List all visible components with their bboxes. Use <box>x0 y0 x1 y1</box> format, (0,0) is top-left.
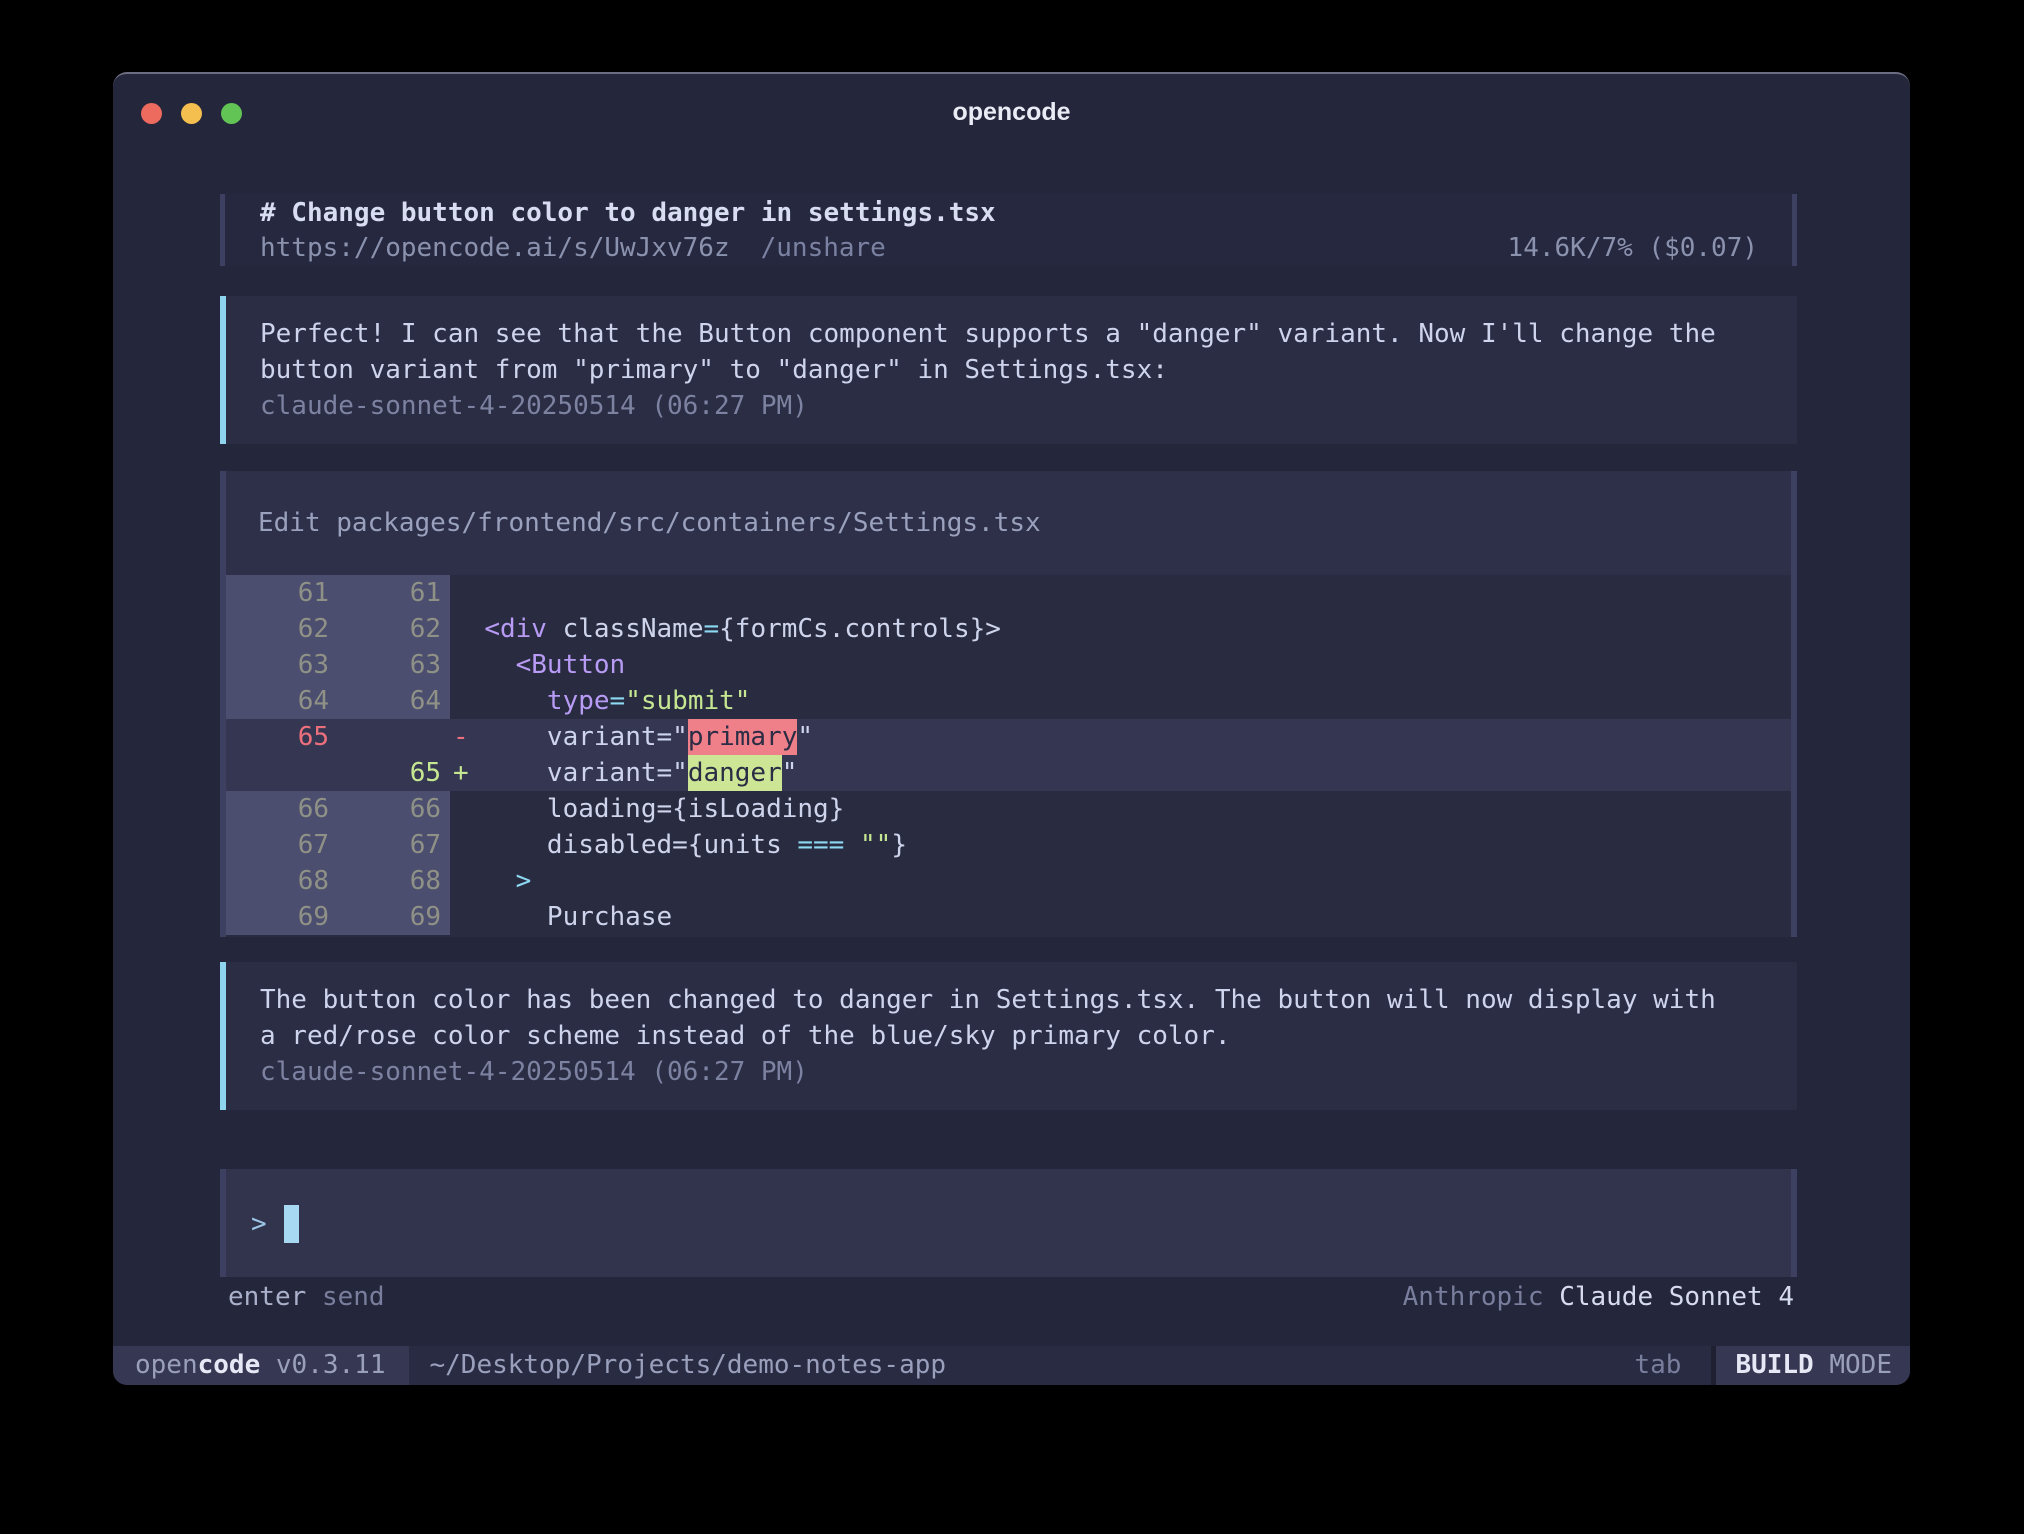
app-window: opencode # Change button color to danger… <box>113 72 1910 1385</box>
diff-code-line: + variant="danger" <box>450 755 1791 791</box>
unshare-command: /unshare <box>761 233 886 263</box>
diff-code-line: type="submit" <box>450 683 1791 719</box>
app-name-code: code <box>198 1350 261 1380</box>
line-number-new: 62 <box>338 611 450 647</box>
prompt-symbol: > <box>251 1209 267 1239</box>
line-number-old: 69 <box>226 899 338 935</box>
line-number-gutter: 6969 <box>226 899 450 935</box>
share-url: https://opencode.ai/s/UwJxv76z <box>260 233 730 263</box>
diff-row: 6363 <Button <box>226 647 1791 683</box>
line-number-gutter: 6464 <box>226 683 450 719</box>
assistant-message: Perfect! I can see that the Button compo… <box>220 296 1797 444</box>
model-name: Claude Sonnet 4 <box>1559 1282 1794 1312</box>
status-bar: opencode v0.3.11 ~/Desktop/Projects/demo… <box>113 1346 1910 1385</box>
send-action-label: send <box>322 1282 385 1312</box>
line-number-gutter: 65 <box>226 719 450 755</box>
app-version-chip: opencode v0.3.11 <box>113 1346 409 1385</box>
line-number-gutter: 6262 <box>226 611 450 647</box>
line-number-old: 64 <box>226 683 338 719</box>
message-meta: claude-sonnet-4-20250514 (06:27 PM) <box>260 1054 1797 1090</box>
diff-code-line: <Button <box>450 647 1791 683</box>
line-number-gutter: 6161 <box>226 575 450 611</box>
line-number-old: 61 <box>226 575 338 611</box>
diff-row: 65+ variant="danger" <box>226 755 1791 791</box>
project-path: ~/Desktop/Projects/demo-notes-app <box>429 1346 1634 1385</box>
diff-code-line: - variant="primary" <box>450 719 1791 755</box>
line-number-new: 66 <box>338 791 450 827</box>
diff-code-line: <div className={formCs.controls}> <box>450 611 1791 647</box>
build-mode-chip: BUILD MODE <box>1711 1346 1910 1385</box>
line-number-old <box>226 755 338 791</box>
mode-name: BUILD <box>1735 1350 1813 1380</box>
line-number-gutter: 6363 <box>226 647 450 683</box>
line-number-new <box>338 719 450 755</box>
line-number-new: 61 <box>338 575 450 611</box>
line-number-gutter: 6666 <box>226 791 450 827</box>
line-number-old: 63 <box>226 647 338 683</box>
diff-row: 6262 <div className={formCs.controls}> <box>226 611 1791 647</box>
session-title: # Change button color to danger in setti… <box>260 196 1792 231</box>
mode-suffix: MODE <box>1814 1350 1892 1380</box>
line-number-old: 65 <box>226 719 338 755</box>
line-number-gutter: 65 <box>226 755 450 791</box>
diff-row: 65 - variant="primary" <box>226 719 1791 755</box>
message-line: a red/rose color scheme instead of the b… <box>260 1018 1797 1054</box>
line-number-old: 66 <box>226 791 338 827</box>
message-line: button variant from "primary" to "danger… <box>260 352 1797 388</box>
line-number-gutter: 6767 <box>226 827 450 863</box>
window-title: opencode <box>113 74 1910 146</box>
line-number-old: 62 <box>226 611 338 647</box>
prompt-line: > <box>251 1205 299 1243</box>
line-number-new: 64 <box>338 683 450 719</box>
diff-row: 6666 loading={isLoading} <box>226 791 1791 827</box>
hints-row: enter send Anthropic Claude Sonnet 4 <box>220 1279 1797 1315</box>
assistant-message: The button color has been changed to dan… <box>220 962 1797 1110</box>
diff-row: 6969 Purchase <box>226 899 1791 935</box>
edit-tool-title: Edit packages/frontend/src/containers/Se… <box>226 471 1791 575</box>
tab-key-hint: tab <box>1634 1346 1681 1385</box>
line-number-old: 67 <box>226 827 338 863</box>
diff-row: 6767 disabled={units === ""} <box>226 827 1791 863</box>
prompt-input[interactable]: > <box>220 1169 1797 1277</box>
app-name-open: open <box>135 1350 198 1380</box>
message-line: The button color has been changed to dan… <box>260 982 1797 1018</box>
diff-row: 6868 > <box>226 863 1791 899</box>
app-version: v0.3.11 <box>260 1350 385 1380</box>
line-number-new: 63 <box>338 647 450 683</box>
edit-tool-block: Edit packages/frontend/src/containers/Se… <box>220 471 1797 937</box>
token-cost-stats: 14.6K/7% ($0.07) <box>1508 231 1758 266</box>
line-number-new: 69 <box>338 899 450 935</box>
diff-code-line: disabled={units === ""} <box>450 827 1791 863</box>
diff-row: 6161 <box>226 575 1791 611</box>
send-action-hint <box>306 1282 322 1312</box>
message-line: Perfect! I can see that the Button compo… <box>260 316 1797 352</box>
line-number-gutter: 6868 <box>226 863 450 899</box>
line-number-new: 65 <box>338 755 450 791</box>
model-indicator: Anthropic Claude Sonnet 4 <box>1403 1279 1794 1315</box>
diff-row: 6464 type="submit" <box>226 683 1791 719</box>
diff-code-line: > <box>450 863 1791 899</box>
session-header: # Change button color to danger in setti… <box>220 194 1797 266</box>
message-meta: claude-sonnet-4-20250514 (06:27 PM) <box>260 388 1797 424</box>
enter-key-hint: enter <box>228 1282 306 1312</box>
diff-code-line: loading={isLoading} <box>450 791 1791 827</box>
title-bar: opencode <box>113 74 1910 146</box>
diff-code-line: Purchase <box>450 899 1791 935</box>
text-cursor <box>284 1205 299 1243</box>
line-number-new: 67 <box>338 827 450 863</box>
line-number-old: 68 <box>226 863 338 899</box>
diff-code-line <box>450 575 1791 611</box>
provider-name: Anthropic <box>1403 1282 1560 1312</box>
line-number-new: 68 <box>338 863 450 899</box>
diff-rows: 61616262 <div className={formCs.controls… <box>226 575 1791 935</box>
